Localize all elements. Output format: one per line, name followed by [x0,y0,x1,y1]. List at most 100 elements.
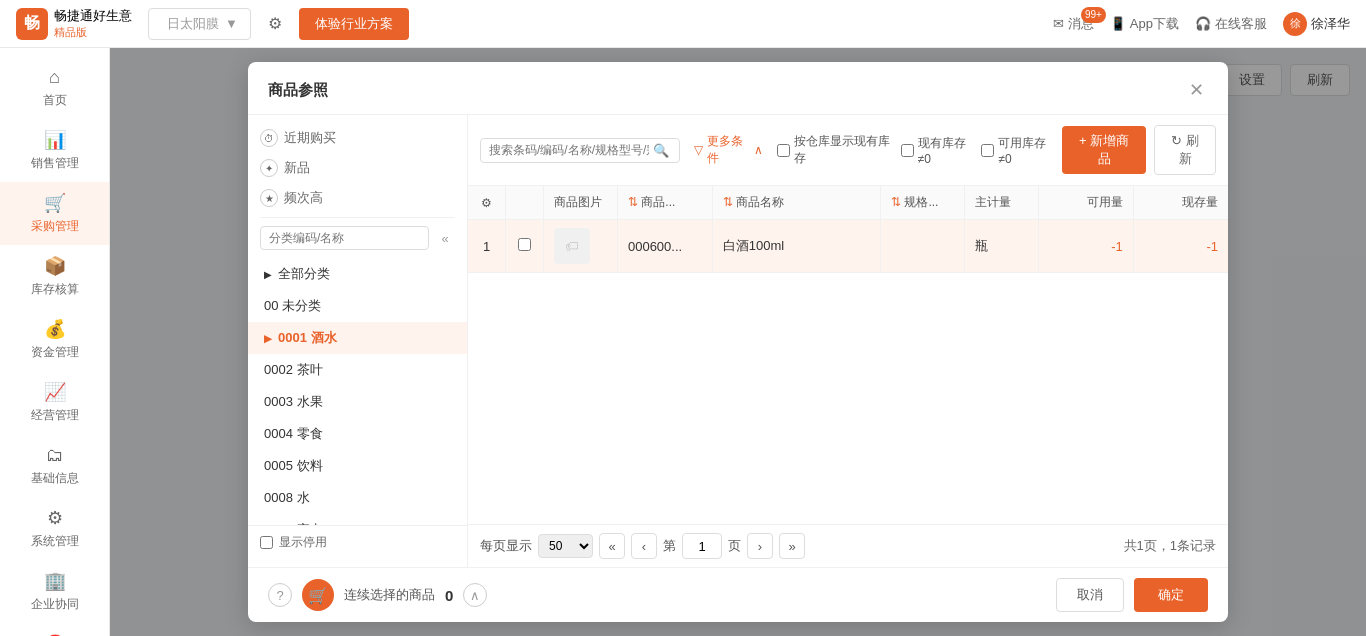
cat-item-0010[interactable]: 0010 家电 [248,514,467,525]
td-check[interactable] [506,220,544,273]
product-table-wrap: ⚙ 商品图片 ⇅ 商品... [468,186,1228,524]
modal-title: 商品参照 [268,81,328,100]
per-page-select[interactable]: 50 100 200 [538,534,593,558]
sort-icon-name: ⇅ [723,195,733,209]
logo-icon: 畅 [16,8,48,40]
sidebar-item-purchase[interactable]: 🛒 采购管理 [0,182,109,245]
sidebar-item-finance[interactable]: 💰 资金管理 [0,308,109,371]
stock-checkbox[interactable] [901,144,914,157]
sidebar-item-basics[interactable]: 🗂 基础信息 [0,434,109,497]
page-next-button[interactable]: › [747,533,773,559]
ops-icon: 📈 [44,381,66,403]
cat-arrow-0001: ▶ [264,333,272,344]
show-disabled-label[interactable]: 显示停用 [279,534,327,551]
th-image: 商品图片 [544,186,618,220]
finance-icon: 💰 [44,318,66,340]
th-code[interactable]: ⇅ 商品... [617,186,712,220]
frequent-item[interactable]: ★ 频次高 [248,183,467,213]
modal-body: ⏱ 近期购买 ✦ 新品 ★ 频次高 [248,115,1228,567]
td-image: 🏷 [544,220,618,273]
warehouse-checkbox-label[interactable]: 按仓库显示现有库存 [777,133,893,167]
cat-item-all[interactable]: ▶ 全部分类 [248,258,467,290]
message-item[interactable]: ✉ 消息 99+ [1053,15,1094,33]
filter-arrow-icon: ∧ [754,143,763,157]
app-icon: 📱 [1110,16,1126,31]
toolbar-right: + 新增商品 ↻ 刷新 [1062,125,1216,175]
app-download-item[interactable]: 📱 App下载 [1110,15,1179,33]
cancel-button[interactable]: 取消 [1056,578,1124,612]
td-available: -1 [1038,220,1133,273]
sidebar: ⌂ 首页 📊 销售管理 🛒 采购管理 📦 库存核算 💰 资金管理 📈 经营管理 … [0,48,110,636]
page-input[interactable] [682,533,722,559]
collapse-footer-button[interactable]: ∧ [463,583,487,607]
cat-item-0008[interactable]: 0008 水 [248,482,467,514]
cat-item-0002[interactable]: 0002 茶叶 [248,354,467,386]
help-icon[interactable]: ? [268,583,292,607]
sidebar-item-enterprise[interactable]: 🏢 企业协同 [0,560,109,623]
message-badge: 99+ [1081,7,1106,23]
th-spec[interactable]: ⇅ 规格... [881,186,965,220]
th-check [506,186,544,220]
logo-text: 畅捷通好生意 精品版 [54,7,132,40]
new-products-item[interactable]: ✦ 新品 [248,153,467,183]
home-icon: ⌂ [44,66,66,88]
refresh-table-button[interactable]: ↻ 刷新 [1154,125,1216,175]
enterprise-icon: 🏢 [44,570,66,592]
page-info: 共1页，1条记录 [1124,537,1216,555]
footer-right: 取消 确定 [1056,578,1208,612]
available-checkbox[interactable] [981,144,994,157]
purchase-icon: 🛒 [44,192,66,214]
sidebar-item-system[interactable]: ⚙ 系统管理 [0,497,109,560]
right-panel: 🔍 ▽ 更多条件 ∧ 按仓库显示现有库存 [468,115,1228,567]
sidebar-item-stock[interactable]: 📦 库存核算 [0,245,109,308]
confirm-button[interactable]: 确定 [1134,578,1208,612]
show-disabled-checkbox[interactable] [260,536,273,549]
modal-close-button[interactable]: ✕ [1184,78,1208,102]
row-checkbox[interactable] [518,238,531,251]
page-first-button[interactable]: « [599,533,625,559]
cat-item-0004[interactable]: 0004 零食 [248,418,467,450]
td-spec [881,220,965,273]
new-icon: ✦ [260,159,278,177]
td-unit: 瓶 [965,220,1039,273]
page-prev-button[interactable]: ‹ [631,533,657,559]
warehouse-checkbox[interactable] [777,144,790,157]
available-checkbox-label[interactable]: 可用库存≠0 [981,135,1054,166]
store-dropdown[interactable]: 日太阳膜 ▼ [148,8,251,40]
settings-icon[interactable]: ⚙ [259,8,291,40]
modal-overlay: 商品参照 ✕ ⏱ 近期购买 ✦ 新品 [110,48,1366,636]
table-header-row: ⚙ 商品图片 ⇅ 商品... [468,186,1228,220]
sidebar-item-home[interactable]: ⌂ 首页 [0,56,109,119]
service-item[interactable]: 🎧 在线客服 [1195,15,1267,33]
th-stock: 现存量 [1133,186,1228,220]
experience-button[interactable]: 体验行业方案 [299,8,409,40]
stock-checkbox-label[interactable]: 现有库存≠0 [901,135,974,166]
product-search-input[interactable] [489,143,649,157]
td-code: 000600... [617,220,712,273]
collapse-left-button[interactable]: « [435,228,455,248]
search-icon[interactable]: 🔍 [653,143,669,158]
th-settings[interactable]: ⚙ [468,186,506,220]
recent-purchases-item[interactable]: ⏱ 近期购买 [248,123,467,153]
table-row[interactable]: 1 🏷 000600... 白酒100ml [468,220,1228,273]
category-search-input[interactable] [260,226,429,250]
main-layout: ⌂ 首页 📊 销售管理 🛒 采购管理 📦 库存核算 💰 资金管理 📈 经营管理 … [0,48,1366,636]
product-thumbnail: 🏷 [554,228,590,264]
show-disabled-row: 显示停用 [248,525,467,559]
th-name[interactable]: ⇅ 商品名称 [712,186,880,220]
cat-item-0003[interactable]: 0003 水果 [248,386,467,418]
sidebar-item-sales[interactable]: 📊 销售管理 [0,119,109,182]
cat-item-00[interactable]: 00 未分类 [248,290,467,322]
page-last-button[interactable]: » [779,533,805,559]
user-item[interactable]: 徐 徐泽华 [1283,12,1350,36]
filter-button[interactable]: ▽ 更多条件 ∧ [688,129,769,171]
add-product-button[interactable]: + 新增商品 [1062,126,1146,174]
cart-icon: 🛒 [302,579,334,611]
sidebar-item-guide[interactable]: 🎯 新手引导 [0,623,109,636]
product-reference-modal: 商品参照 ✕ ⏱ 近期购买 ✦ 新品 [248,62,1228,622]
sort-icon: ⇅ [628,195,638,209]
left-panel: ⏱ 近期购买 ✦ 新品 ★ 频次高 [248,115,468,567]
sidebar-item-operations[interactable]: 📈 经营管理 [0,371,109,434]
cat-item-0005[interactable]: 0005 饮料 [248,450,467,482]
cat-item-0001[interactable]: ▶ 0001 酒水 [248,322,467,354]
